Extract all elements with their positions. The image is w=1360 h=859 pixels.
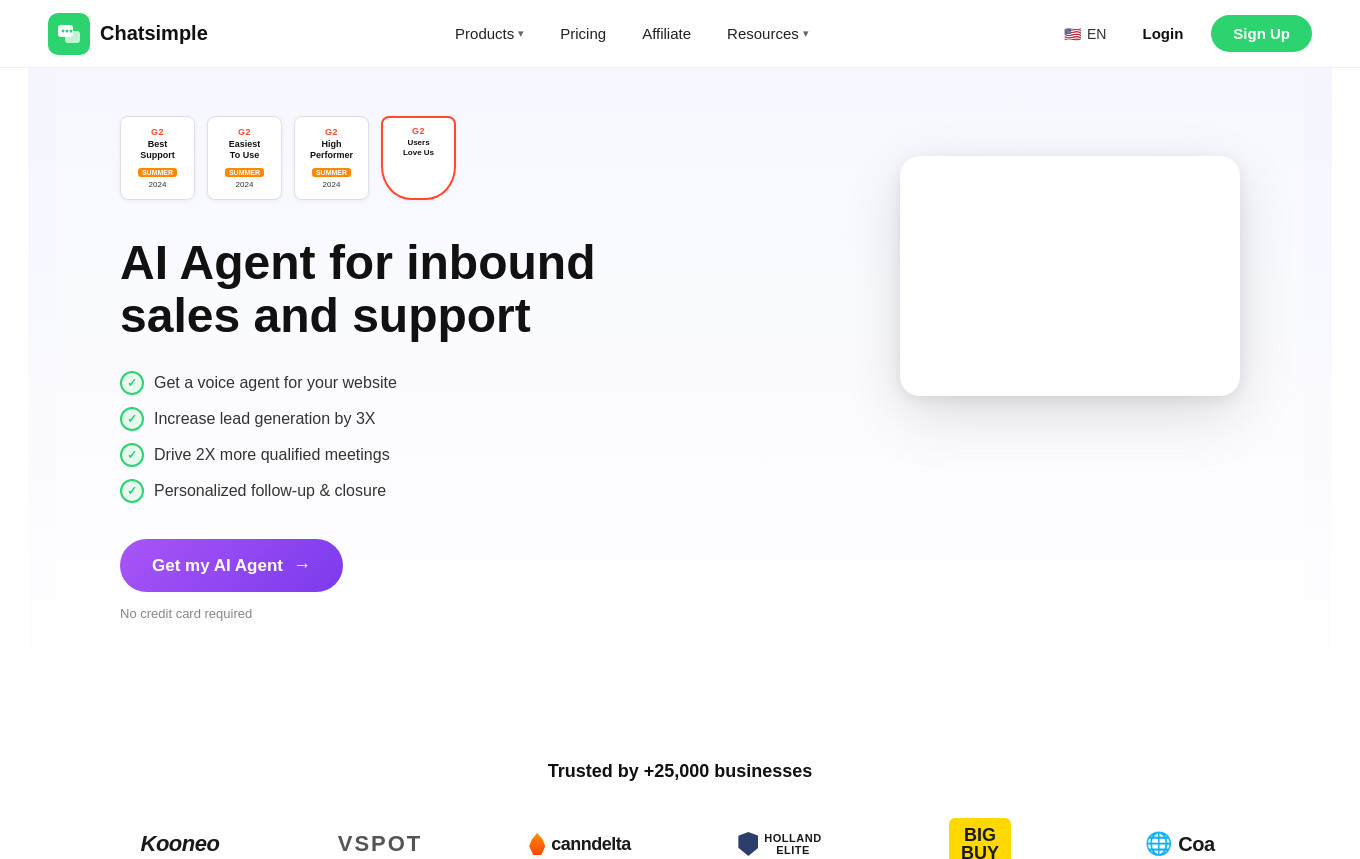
nav-resources[interactable]: Resources ▾ <box>713 17 823 50</box>
feature-1: Get a voice agent for your website <box>120 371 595 395</box>
check-icon <box>120 443 144 467</box>
chat-widget-preview <box>900 156 1240 396</box>
chevron-down-icon: ▾ <box>803 27 809 40</box>
trusted-section: Trusted by +25,000 businesses Kooneo VSP… <box>0 701 1360 859</box>
svg-point-4 <box>70 29 73 32</box>
logo-icon <box>48 13 90 55</box>
feature-3: Drive 2X more qualified meetings <box>120 443 595 467</box>
trusted-logos: Kooneo VSPOT canndelta HOLLAND ELITE BIG <box>48 818 1312 859</box>
svg-point-3 <box>66 29 69 32</box>
logo-vspot: VSPOT <box>280 831 480 857</box>
hero-headline: AI Agent for inbound sales and support <box>120 236 595 344</box>
nav-products[interactable]: Products ▾ <box>441 17 538 50</box>
svg-point-2 <box>62 29 65 32</box>
cta-button[interactable]: Get my AI Agent → <box>120 539 343 592</box>
logo-coa: 🌐 Coa <box>1080 831 1280 857</box>
badges-row: G2 BestSupport SUMMER 2024 G2 EasiestTo … <box>120 116 595 200</box>
feature-4: Personalized follow-up & closure <box>120 479 595 503</box>
check-icon <box>120 371 144 395</box>
logo-text: Chatsimple <box>100 22 208 45</box>
logo-holland: HOLLAND ELITE <box>680 832 880 856</box>
nav-affiliate[interactable]: Affiliate <box>628 17 705 50</box>
hero-left: G2 BestSupport SUMMER 2024 G2 EasiestTo … <box>120 116 595 621</box>
login-button[interactable]: Login <box>1126 17 1199 50</box>
nav-right: 🇺🇸 EN Login Sign Up <box>1056 15 1312 52</box>
flag-icon: 🇺🇸 <box>1064 26 1081 42</box>
svg-rect-1 <box>65 31 80 43</box>
flame-icon <box>529 833 545 855</box>
globe-icon: 🌐 <box>1145 831 1172 857</box>
logo-canndelta: canndelta <box>480 833 680 855</box>
shield-icon <box>738 832 758 856</box>
badge-users-love-us: G2 UsersLove Us <box>381 116 456 200</box>
no-credit-card-text: No credit card required <box>120 606 595 621</box>
navbar: Chatsimple Products ▾ Pricing Affiliate … <box>0 0 1360 68</box>
language-selector[interactable]: 🇺🇸 EN <box>1056 20 1114 48</box>
badge-high-performer: G2 HighPerformer SUMMER 2024 <box>294 116 369 200</box>
hero-section: G2 BestSupport SUMMER 2024 G2 EasiestTo … <box>56 68 1304 701</box>
nav-pricing[interactable]: Pricing <box>546 17 620 50</box>
feature-2: Increase lead generation by 3X <box>120 407 595 431</box>
nav-links: Products ▾ Pricing Affiliate Resources ▾ <box>441 17 823 50</box>
chevron-down-icon: ▾ <box>518 27 524 40</box>
hero-right <box>900 116 1240 396</box>
badge-best-support: G2 BestSupport SUMMER 2024 <box>120 116 195 200</box>
signup-button[interactable]: Sign Up <box>1211 15 1312 52</box>
trusted-title: Trusted by +25,000 businesses <box>48 761 1312 782</box>
badge-easiest-to-use: G2 EasiestTo Use SUMMER 2024 <box>207 116 282 200</box>
logo-bigbuy: BIG BUY <box>880 818 1080 859</box>
check-icon <box>120 479 144 503</box>
check-icon <box>120 407 144 431</box>
features-list: Get a voice agent for your website Incre… <box>120 371 595 503</box>
arrow-icon: → <box>293 555 311 576</box>
logo-kooneo: Kooneo <box>80 831 280 857</box>
logo[interactable]: Chatsimple <box>48 13 208 55</box>
